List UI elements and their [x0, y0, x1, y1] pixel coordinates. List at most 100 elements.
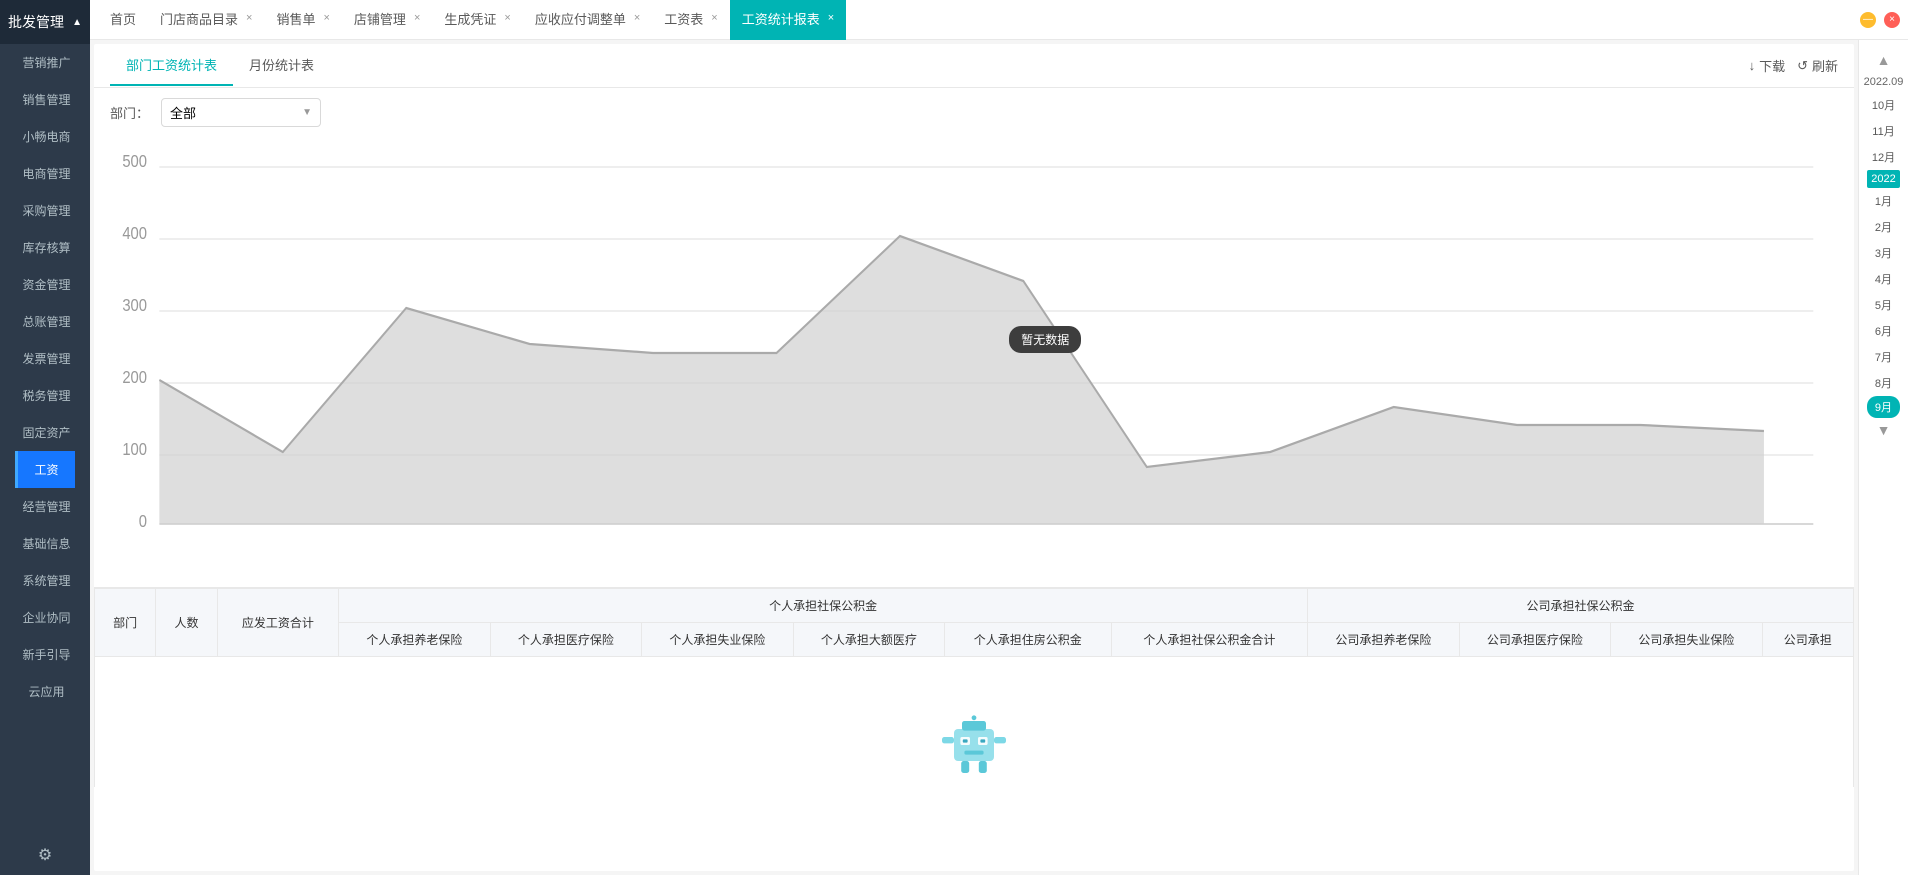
timeline-month-5月[interactable]: 5月: [1867, 292, 1899, 318]
chart-area: 500 400 300 200 100 0: [94, 137, 1854, 587]
sidebar-item-采购管理[interactable]: 采购管理: [15, 192, 74, 229]
sidebar-item-基础信息[interactable]: 基础信息: [15, 525, 74, 562]
col-group-company: 公司承担社保公积金: [1308, 589, 1854, 623]
sub-tabs: 部门工资统计表月份统计表: [110, 45, 330, 86]
sub-tab-bar: 部门工资统计表月份统计表 ↓ 下载 ↺ 刷新: [94, 44, 1854, 88]
col-个人承担大额医疗: 个人承担大额医疗: [793, 623, 944, 657]
tab-close-icon[interactable]: ×: [323, 13, 329, 24]
refresh-button[interactable]: ↺ 刷新: [1797, 56, 1838, 75]
sidebar-header[interactable]: 批发管理 ▲: [0, 0, 90, 44]
sidebar-item-电商管理[interactable]: 电商管理: [15, 155, 74, 192]
col-department: 部门: [95, 589, 156, 657]
timeline-month-2月[interactable]: 2月: [1867, 214, 1899, 240]
tab-销售单[interactable]: 销售单×: [264, 0, 341, 40]
tab-bar: 首页门店商品目录×销售单×店铺管理×生成凭证×应收应付调整单×工资表×工资统计报…: [90, 0, 1908, 40]
timeline-month-9月[interactable]: 9月: [1867, 396, 1899, 418]
tab-close-icon[interactable]: ×: [828, 13, 834, 24]
table-empty-state: 暂无数据: [95, 657, 1854, 788]
timeline-month-4月[interactable]: 4月: [1867, 266, 1899, 292]
sidebar-item-工资[interactable]: 工资: [15, 451, 74, 488]
timeline-month-10月[interactable]: 10月: [1867, 92, 1899, 118]
svg-text:300: 300: [122, 296, 147, 316]
timeline-panel: ▲ 2022.09 10月11月12月20221月2月3月4月5月6月7月8月9…: [1858, 40, 1908, 875]
timeline-month-6月[interactable]: 6月: [1867, 318, 1899, 344]
sidebar: 批发管理 ▲ 营销推广销售管理小畅电商电商管理采购管理库存核算资金管理总账管理发…: [0, 0, 90, 875]
sidebar-item-税务管理[interactable]: 税务管理: [15, 377, 74, 414]
tab-工资统计报表[interactable]: 工资统计报表×: [730, 0, 846, 40]
tab-close-icon[interactable]: ×: [504, 13, 510, 24]
timeline-year-2022[interactable]: 2022: [1867, 170, 1899, 188]
timeline-month-8月[interactable]: 8月: [1867, 370, 1899, 396]
col-个人承担养老保险: 个人承担养老保险: [339, 623, 490, 657]
tab-close-icon[interactable]: ×: [711, 13, 717, 24]
svg-text:100: 100: [122, 440, 147, 460]
svg-text:500: 500: [122, 152, 147, 172]
sidebar-item-系统管理[interactable]: 系统管理: [15, 562, 74, 599]
svg-text:0: 0: [139, 512, 147, 532]
sidebar-item-企业协同[interactable]: 企业协同: [15, 599, 74, 636]
department-select[interactable]: 全部 ▼: [161, 98, 321, 127]
col-个人承担失业保险: 个人承担失业保险: [642, 623, 793, 657]
col-headcount: 人数: [156, 589, 217, 657]
col-公司承担医疗保险: 公司承担医疗保险: [1459, 623, 1610, 657]
sidebar-item-资金管理[interactable]: 资金管理: [15, 266, 74, 303]
sidebar-title: 批发管理: [8, 12, 64, 32]
timeline-month-3月[interactable]: 3月: [1867, 240, 1899, 266]
sidebar-item-新手引导[interactable]: 新手引导: [15, 636, 74, 673]
minimize-button[interactable]: —: [1860, 12, 1876, 28]
tab-应收应付调整单[interactable]: 应收应付调整单×: [523, 0, 652, 40]
sidebar-item-总账管理[interactable]: 总账管理: [15, 303, 74, 340]
col-个人承担住房公积金: 个人承担住房公积金: [945, 623, 1112, 657]
tab-生成凭证[interactable]: 生成凭证×: [432, 0, 522, 40]
sub-tab-actions: ↓ 下载 ↺ 刷新: [1749, 56, 1838, 75]
area-chart: 500 400 300 200 100 0: [110, 137, 1838, 587]
timeline-month-1月[interactable]: 1月: [1867, 188, 1899, 214]
table-area: 部门 人数 应发工资合计 个人承担社保公积金 公司承担社保公积金 个人承担养老保…: [94, 587, 1854, 787]
sub-tab-部门工资统计表[interactable]: 部门工资统计表: [110, 45, 233, 86]
svg-text:200: 200: [122, 368, 147, 388]
department-filter-label: 部门：: [110, 103, 149, 122]
settings-icon[interactable]: ⚙: [0, 835, 90, 875]
sidebar-item-固定资产[interactable]: 固定资产: [15, 414, 74, 451]
sidebar-item-小畅电商[interactable]: 小畅电商: [15, 118, 74, 155]
sidebar-item-库存核算[interactable]: 库存核算: [15, 229, 74, 266]
col-个人承担医疗保险: 个人承担医疗保险: [490, 623, 641, 657]
tab-close-icon[interactable]: ×: [634, 13, 640, 24]
download-icon: ↓: [1749, 58, 1756, 73]
sidebar-item-销售管理[interactable]: 销售管理: [15, 81, 74, 118]
data-table: 部门 人数 应发工资合计 个人承担社保公积金 公司承担社保公积金 个人承担养老保…: [94, 588, 1854, 787]
main-area: 首页门店商品目录×销售单×店铺管理×生成凭证×应收应付调整单×工资表×工资统计报…: [90, 0, 1908, 875]
sidebar-item-云应用[interactable]: 云应用: [15, 673, 74, 710]
sidebar-item-发票管理[interactable]: 发票管理: [15, 340, 74, 377]
col-公司承担养老保险: 公司承担养老保险: [1308, 623, 1459, 657]
timeline-year-label: 2022.09: [1859, 72, 1908, 92]
close-button[interactable]: ×: [1884, 12, 1900, 28]
empty-state-icon: [934, 705, 1014, 785]
col-total-salary: 应发工资合计: [217, 589, 338, 657]
timeline-month-7月[interactable]: 7月: [1867, 344, 1899, 370]
col-公司承担失业保险: 公司承担失业保险: [1611, 623, 1762, 657]
refresh-icon: ↺: [1797, 58, 1808, 74]
tab-店铺管理[interactable]: 店铺管理×: [342, 0, 432, 40]
tab-首页[interactable]: 首页: [98, 0, 148, 40]
tab-close-icon[interactable]: ×: [246, 13, 252, 24]
timeline-month-12月[interactable]: 12月: [1867, 144, 1899, 170]
tab-门店商品目录[interactable]: 门店商品目录×: [148, 0, 264, 40]
timeline-up-button[interactable]: ▲: [1873, 48, 1895, 72]
page-content: 部门工资统计表月份统计表 ↓ 下载 ↺ 刷新 部门： 全部 ▼: [94, 44, 1854, 871]
sidebar-arrow-icon: ▲: [72, 17, 82, 28]
tab-工资表[interactable]: 工资表×: [652, 0, 729, 40]
timeline-down-button[interactable]: ▼: [1873, 418, 1895, 442]
select-arrow-icon: ▼: [302, 107, 312, 118]
col-group-personal: 个人承担社保公积金: [339, 589, 1308, 623]
download-button[interactable]: ↓ 下载: [1749, 56, 1786, 75]
sidebar-item-营销推广[interactable]: 营销推广: [15, 44, 74, 81]
col-个人承担社保公积金合计: 个人承担社保公积金合计: [1111, 623, 1308, 657]
timeline-month-11月[interactable]: 11月: [1867, 118, 1899, 144]
tab-close-icon[interactable]: ×: [414, 13, 420, 24]
col-公司承担: 公司承担: [1762, 623, 1853, 657]
filter-bar: 部门： 全部 ▼: [94, 88, 1854, 137]
sub-tab-月份统计表[interactable]: 月份统计表: [233, 45, 330, 86]
chart-fill: [159, 236, 1764, 524]
sidebar-item-经营管理[interactable]: 经营管理: [15, 488, 74, 525]
